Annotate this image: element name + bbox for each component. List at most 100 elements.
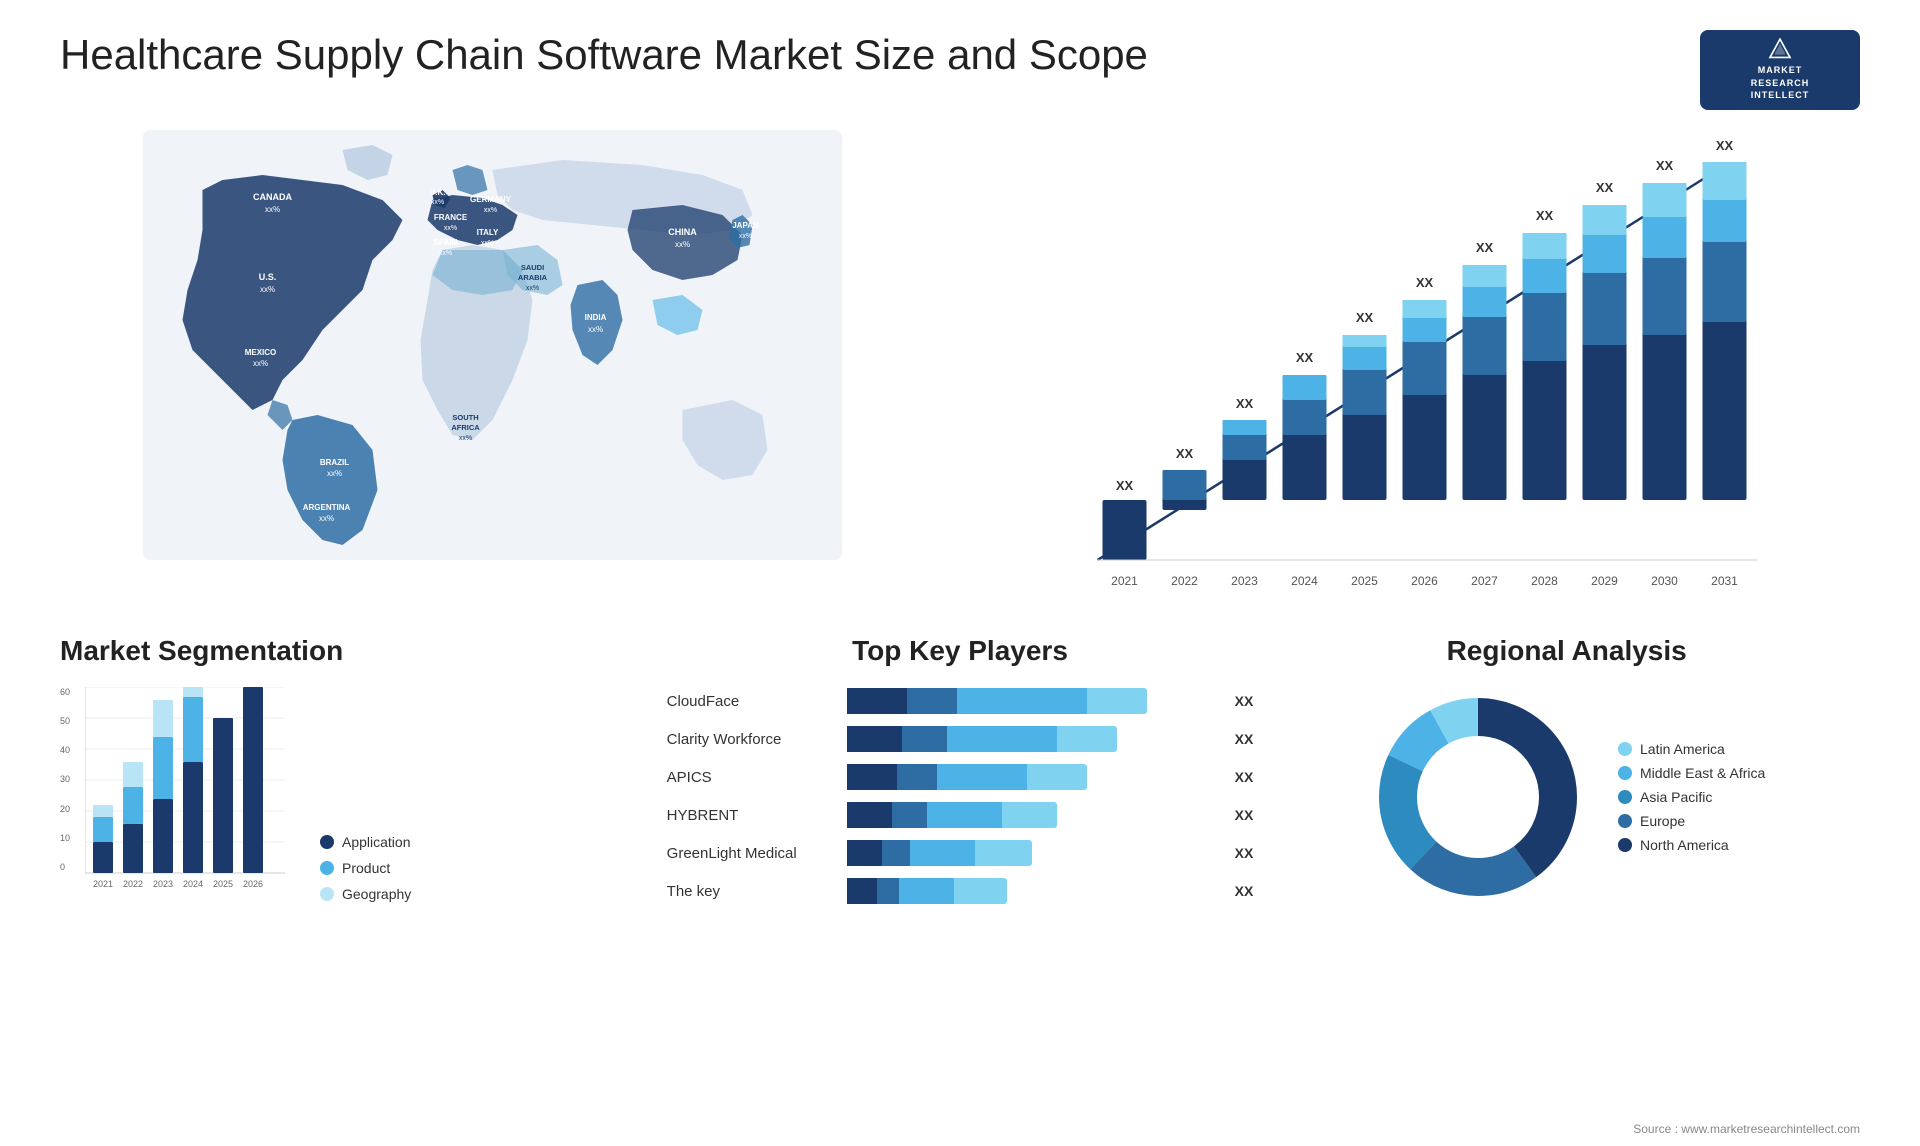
players-list: CloudFace XX Clarity Workforce (667, 687, 1254, 905)
legend-dot-product (320, 861, 334, 875)
regional-title: Regional Analysis (1273, 635, 1860, 667)
player-thekey: The key XX (667, 877, 1254, 905)
svg-text:2021: 2021 (93, 879, 113, 889)
donut-svg (1368, 687, 1588, 907)
top-row: CANADA xx% U.S. xx% MEXICO xx% BRAZIL xx… (60, 130, 1860, 615)
svg-text:2023: 2023 (153, 879, 173, 889)
page-title: Healthcare Supply Chain Software Market … (60, 30, 1148, 80)
svg-text:xx%: xx% (265, 205, 280, 214)
svg-text:XX: XX (1416, 275, 1434, 290)
legend-label-application: Application (342, 834, 411, 850)
svg-text:xx%: xx% (459, 435, 472, 442)
logo-text: MARKET RESEARCH INTELLECT (1751, 64, 1810, 102)
header: Healthcare Supply Chain Software Market … (60, 30, 1860, 110)
segmentation-title: Market Segmentation (60, 635, 647, 667)
svg-text:2027: 2027 (1471, 574, 1498, 588)
svg-text:XX: XX (1296, 350, 1314, 365)
player-bar-apics (847, 763, 1227, 791)
legend-dot-europe (1618, 814, 1632, 828)
map-section: CANADA xx% U.S. xx% MEXICO xx% BRAZIL xx… (60, 130, 925, 615)
player-name-cloudface: CloudFace (667, 693, 847, 710)
svg-text:SOUTH: SOUTH (452, 413, 478, 422)
svg-text:XX: XX (1236, 396, 1254, 411)
regional-analysis-section: Regional Analysis (1273, 635, 1860, 917)
svg-text:xx%: xx% (526, 285, 539, 292)
growth-chart-svg: XX 2021 XX 2022 XX 2023 XX (975, 140, 1840, 600)
svg-text:xx%: xx% (253, 359, 268, 368)
svg-text:ARGENTINA: ARGENTINA (303, 503, 351, 512)
svg-text:2021: 2021 (1111, 574, 1138, 588)
world-map-svg: CANADA xx% U.S. xx% MEXICO xx% BRAZIL xx… (60, 130, 925, 560)
player-apics: APICS XX (667, 763, 1254, 791)
legend-application: Application (320, 834, 411, 850)
legend-latin-america: Latin America (1618, 741, 1765, 757)
svg-text:2031: 2031 (1711, 574, 1738, 588)
seg-svg: 2021 2022 2023 (85, 687, 300, 917)
svg-text:XX: XX (1656, 158, 1674, 173)
legend-label-middle-east: Middle East & Africa (1640, 765, 1765, 781)
player-name-apics: APICS (667, 769, 847, 786)
svg-text:XX: XX (1716, 140, 1734, 153)
logo-box: MARKET RESEARCH INTELLECT (1700, 30, 1860, 110)
market-segmentation-section: Market Segmentation 0 10 20 30 40 50 60 (60, 635, 647, 917)
player-value-cloudface: XX (1235, 693, 1254, 709)
legend-label-geography: Geography (342, 886, 411, 902)
legend-product: Product (320, 860, 411, 876)
svg-text:SAUDI: SAUDI (521, 263, 544, 272)
segmentation-content: 0 10 20 30 40 50 60 (60, 687, 647, 917)
svg-text:XX: XX (1536, 208, 1554, 223)
legend-dot-geography (320, 887, 334, 901)
player-value-thekey: XX (1235, 883, 1254, 899)
player-name-clarity: Clarity Workforce (667, 731, 847, 748)
svg-text:XX: XX (1596, 180, 1614, 195)
svg-text:xx%: xx% (444, 225, 457, 232)
player-clarity: Clarity Workforce XX (667, 725, 1254, 753)
legend-dot-north-america (1618, 838, 1632, 852)
svg-text:xx%: xx% (675, 240, 690, 249)
svg-text:XX: XX (1476, 240, 1494, 255)
svg-text:xx%: xx% (439, 250, 452, 257)
svg-text:U.K.: U.K. (430, 188, 446, 197)
legend-dot-asia (1618, 790, 1632, 804)
player-name-hybrent: HYBRENT (667, 807, 847, 824)
logo-container: MARKET RESEARCH INTELLECT (1700, 30, 1860, 110)
svg-text:xx%: xx% (484, 207, 497, 214)
svg-text:FRANCE: FRANCE (434, 213, 468, 222)
svg-text:xx%: xx% (327, 469, 342, 478)
player-greenlight: GreenLight Medical XX (667, 839, 1254, 867)
legend-middle-east: Middle East & Africa (1618, 765, 1765, 781)
svg-text:BRAZIL: BRAZIL (320, 458, 349, 467)
svg-text:AFRICA: AFRICA (451, 423, 480, 432)
svg-text:2025: 2025 (213, 879, 233, 889)
svg-text:2023: 2023 (1231, 574, 1258, 588)
legend-geography: Geography (320, 886, 411, 902)
svg-text:INDIA: INDIA (585, 313, 607, 322)
svg-text:xx%: xx% (481, 240, 494, 247)
svg-text:2030: 2030 (1651, 574, 1678, 588)
legend-label-europe: Europe (1640, 813, 1685, 829)
player-name-thekey: The key (667, 883, 847, 900)
legend-dot-middle-east (1618, 766, 1632, 780)
legend-dot-application (320, 835, 334, 849)
svg-text:2026: 2026 (243, 879, 263, 889)
bar-chart-section: XX 2021 XX 2022 XX 2023 XX (955, 130, 1860, 615)
player-value-hybrent: XX (1235, 807, 1254, 823)
player-value-apics: XX (1235, 769, 1254, 785)
svg-text:SPAIN: SPAIN (434, 238, 458, 247)
legend-label-north-america: North America (1640, 837, 1729, 853)
svg-text:xx%: xx% (588, 325, 603, 334)
donut-container: Latin America Middle East & Africa Asia … (1273, 687, 1860, 907)
donut-legend: Latin America Middle East & Africa Asia … (1618, 741, 1765, 853)
legend-dot-latin (1618, 742, 1632, 756)
key-players-title: Top Key Players (667, 635, 1254, 667)
player-bar-greenlight (847, 839, 1227, 867)
page-container: Healthcare Supply Chain Software Market … (0, 0, 1920, 1146)
key-players-section: Top Key Players CloudFace XX (667, 635, 1254, 917)
svg-text:ITALY: ITALY (477, 228, 499, 237)
svg-text:2025: 2025 (1351, 574, 1378, 588)
svg-text:MEXICO: MEXICO (245, 348, 277, 357)
player-bar-hybrent (847, 801, 1227, 829)
player-bar-clarity (847, 725, 1227, 753)
player-cloudface: CloudFace XX (667, 687, 1254, 715)
seg-chart-container: 0 10 20 30 40 50 60 (60, 687, 300, 917)
